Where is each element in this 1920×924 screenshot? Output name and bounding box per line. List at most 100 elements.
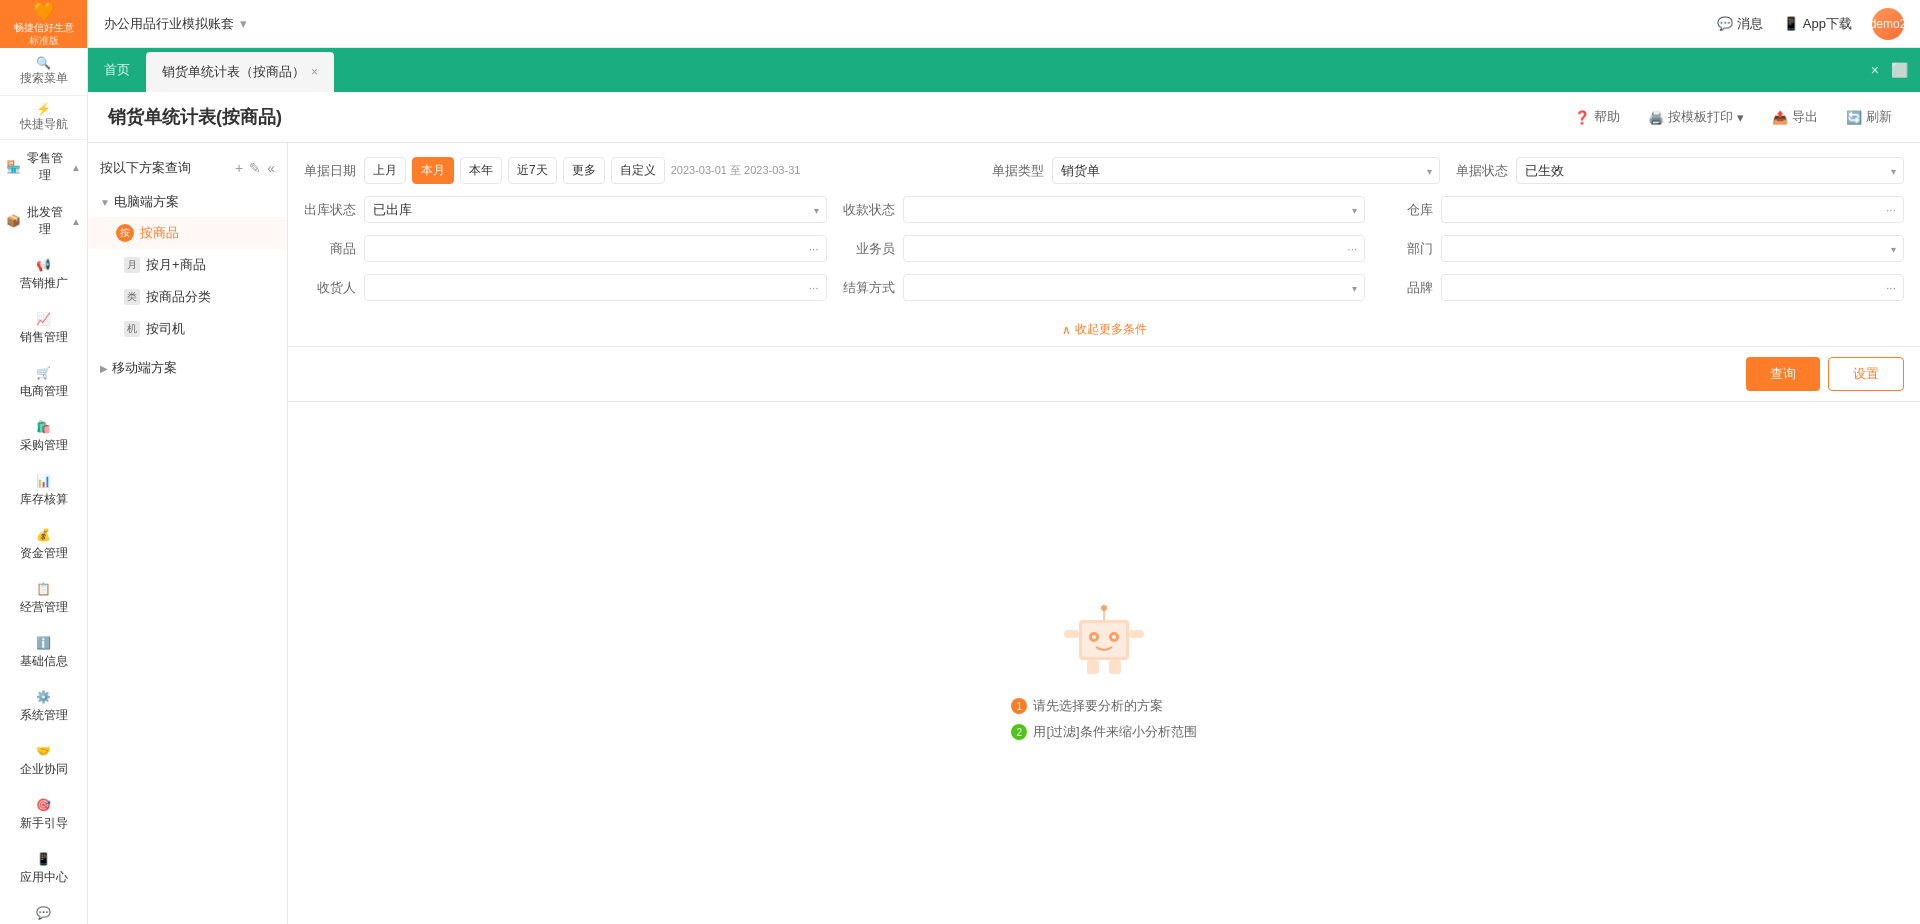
filter-doc-status-control: ▾ [1516,157,1904,184]
filter-receiver-label: 收货人 [304,279,356,297]
step-1-number: 1 [1011,698,1027,714]
page-content: 销货单统计表(按商品) ❓ 帮助 🖨️ 按模板打印 ▾ 📤 导出 🔄 刷新 [88,92,1920,924]
filter-goods-control: ··· [364,235,827,262]
filter-goods-item: 商品 ··· [304,235,827,262]
filter-warehouse-item: 仓库 ··· [1381,196,1904,223]
help-button[interactable]: ❓ 帮助 [1566,104,1628,130]
filter-payment-input[interactable] [903,274,1366,301]
mobile-section: ▶ 移动端方案 [88,349,287,387]
collapse-filter-bar[interactable]: ∧ 收起更多条件 [288,313,1920,347]
filter-brand-input[interactable] [1441,274,1904,301]
print-button[interactable]: 🖨️ 按模板打印 ▾ [1640,104,1752,130]
page-header: 销货单统计表(按商品) ❓ 帮助 🖨️ 按模板打印 ▾ 📤 导出 🔄 刷新 [88,92,1920,143]
filter-goods-input[interactable] [364,235,827,262]
tab-close-icon[interactable]: × [311,65,318,79]
sidebar-item-purchase[interactable]: 🛍️ 采购管理 [0,410,87,464]
tab-active[interactable]: 销货单统计表（按商品） × [146,52,334,92]
sidebar-item-guide[interactable]: 🎯 新手引导 [0,788,87,842]
sidebar-item-marketing[interactable]: 📢 营销推广 [0,248,87,302]
tab-maximize-btn[interactable]: ⬜ [1887,58,1912,82]
filter-out-status-input[interactable] [364,196,827,223]
message-action[interactable]: 💬 消息 [1717,15,1763,33]
filter-receiver-input[interactable] [364,274,827,301]
sidebar-item-app-center[interactable]: 📱 应用中心 [0,842,87,896]
panel-header: 按以下方案查询 + ✎ « [88,153,287,183]
sidebar-item-retail[interactable]: 🏪 零售管理 ▲ [0,140,87,194]
add-scheme-button[interactable]: + [235,160,243,176]
empty-state: 1 请先选择要分析的方案 2 用[过滤]条件来缩小分析范围 [288,402,1920,924]
sidebar-item-wholesale[interactable]: 📦 批发管理 ▲ [0,194,87,248]
sidebar-item-quick-nav[interactable]: ⚡ 快捷导航 [0,96,87,140]
left-panel: 按以下方案查询 + ✎ « ▼ 电脑端方案 按 按商品 [88,143,288,924]
svg-rect-10 [1087,660,1099,674]
action-row: 查询 设置 [288,347,1920,401]
sidebar-item-search[interactable]: 🔍 搜索菜单 [0,48,87,96]
pc-expand-icon: ▼ [100,197,110,208]
edit-scheme-button[interactable]: ✎ [249,160,261,176]
filter-payment-item: 结算方式 ▾ [843,274,1366,301]
svg-rect-9 [1129,630,1144,638]
empty-text: 1 请先选择要分析的方案 2 用[过滤]条件来缩小分析范围 [1011,697,1196,741]
svg-point-7 [1101,605,1107,611]
scheme-by-month-product[interactable]: 月 按月+商品 [88,249,287,281]
step-2-number: 2 [1011,724,1027,740]
refresh-button[interactable]: 🔄 刷新 [1838,104,1900,130]
sidebar-item-wechat[interactable]: 💬 企业微信 [0,896,87,924]
filter-receiver-item: 收货人 ··· [304,274,827,301]
print-icon: 🖨️ [1648,110,1664,125]
date-custom-btn[interactable]: 自定义 [611,157,665,184]
mobile-scheme-parent[interactable]: ▶ 移动端方案 [88,353,287,383]
filter-salesperson-label: 业务员 [843,240,895,258]
filter-brand-label: 品牌 [1381,279,1433,297]
scheme-by-category[interactable]: 类 按商品分类 [88,281,287,313]
filter-warehouse-input[interactable] [1441,196,1904,223]
filter-salesperson-control: ··· [903,235,1366,262]
collapse-panel-button[interactable]: « [267,160,275,176]
pc-scheme-parent[interactable]: ▼ 电脑端方案 [88,187,287,217]
date-this-month-btn[interactable]: 本月 [412,157,454,184]
filter-doc-status-item: 单据状态 ▾ [1456,157,1904,184]
filter-salesperson-input[interactable] [903,235,1366,262]
filter-doc-type-item: 单据类型 ▾ [992,157,1440,184]
filter-department-input[interactable] [1441,235,1904,262]
filter-date-item: 单据日期 上月 本月 本年 近7天 更多 自定义 2023-03-01 [304,157,976,184]
date-7days-btn[interactable]: 近7天 [508,157,557,184]
date-more-btn[interactable]: 更多 [563,157,605,184]
setting-button[interactable]: 设置 [1828,357,1904,391]
filter-receipt-status-input[interactable] [903,196,1366,223]
sidebar-item-operation[interactable]: 📋 经营管理 [0,572,87,626]
user-avatar[interactable]: demo2 [1872,8,1904,40]
scheme-by-driver[interactable]: 机 按司机 [88,313,287,345]
filter-warehouse-control: ··· [1441,196,1904,223]
sidebar-item-ecommerce[interactable]: 🛒 电商管理 [0,356,87,410]
date-last-month-btn[interactable]: 上月 [364,157,406,184]
tab-bar-right: × ⬜ [1867,58,1920,82]
sidebar-item-enterprise[interactable]: 🤝 企业协同 [0,734,87,788]
sidebar-item-inventory[interactable]: 📊 库存核算 [0,464,87,518]
filter-doc-status-input[interactable] [1516,157,1904,184]
pc-section: ▼ 电脑端方案 按 按商品 月 按月+商品 类 按商品分类 [88,183,287,349]
sidebar-item-basic-info[interactable]: ℹ️ 基础信息 [0,626,87,680]
filter-and-action: 单据日期 上月 本月 本年 近7天 更多 自定义 2023-03-01 [288,143,1920,402]
empty-step-2: 2 用[过滤]条件来缩小分析范围 [1011,723,1196,741]
filter-doc-type-control: ▾ [1052,157,1440,184]
tab-minimize-btn[interactable]: × [1867,58,1883,82]
date-this-year-btn[interactable]: 本年 [460,157,502,184]
filter-department-control: ▾ [1441,235,1904,262]
app-download-action[interactable]: 📱 App下载 [1783,15,1852,33]
panel-header-actions: + ✎ « [235,160,275,176]
export-button[interactable]: 📤 导出 [1764,104,1826,130]
page-title: 销货单统计表(按商品) [108,105,282,141]
tab-home[interactable]: 首页 [88,50,146,90]
filter-doc-type-input[interactable] [1052,157,1440,184]
query-button[interactable]: 查询 [1746,357,1820,391]
industry-dropdown-icon[interactable]: ▾ [240,16,247,31]
filter-doc-status-label: 单据状态 [1456,162,1508,180]
sidebar-item-system[interactable]: ⚙️ 系统管理 [0,680,87,734]
sidebar-item-finance[interactable]: 💰 资金管理 [0,518,87,572]
scheme-icon-month: 月 [124,257,140,273]
filter-goods-label: 商品 [304,240,356,258]
filter-row-2: 出库状态 ▾ 收款状态 ▾ [304,196,1904,223]
sidebar-item-sales[interactable]: 📈 销售管理 [0,302,87,356]
scheme-by-product[interactable]: 按 按商品 [88,217,287,249]
